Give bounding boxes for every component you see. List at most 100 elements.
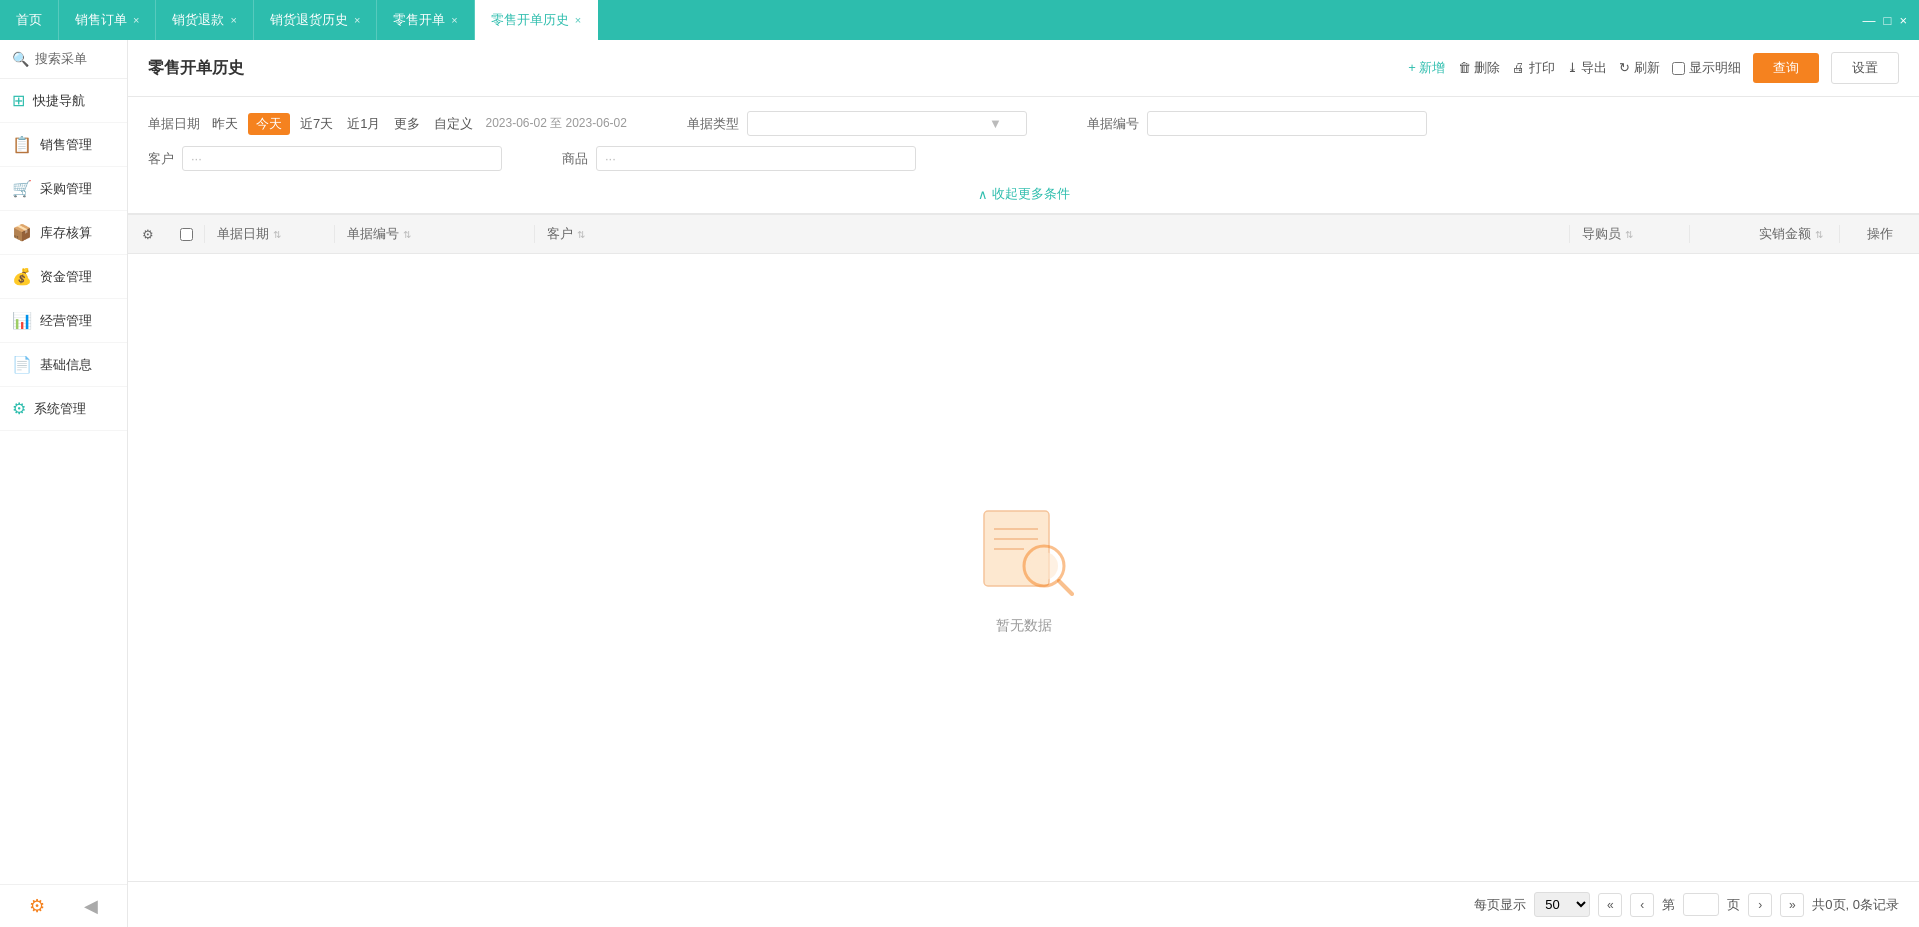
date-opt-yesterday[interactable]: 昨天 <box>208 113 242 135</box>
print-button[interactable]: 🖨 打印 <box>1512 59 1555 77</box>
collapse-sidebar-icon[interactable]: ◀ <box>84 895 98 917</box>
nav-tab-sales-return-history[interactable]: 销货退货历史× <box>254 0 377 40</box>
quick-nav-icon: ⊞ <box>12 91 25 110</box>
col-customer[interactable]: 客户 ⇅ <box>534 225 1569 243</box>
display-detail-label: 显示明细 <box>1689 59 1741 77</box>
check-all-input[interactable] <box>180 228 193 241</box>
query-button[interactable]: 查询 <box>1753 53 1819 83</box>
goods-filter: 商品 ··· <box>562 146 916 171</box>
sidebar-item-operations[interactable]: 📊 经营管理 <box>0 299 127 343</box>
table-header: ⚙ 单据日期 ⇅ 单据编号 ⇅ 客户 ⇅ 导购员 ⇅ <box>128 214 1919 254</box>
filter-area: 单据日期 昨天 今天 近7天 近1月 更多 自定义 2023-06-02 至 2… <box>128 97 1919 214</box>
select-all-checkbox[interactable] <box>168 228 204 241</box>
close-tab-sales-return-icon[interactable]: × <box>230 14 236 26</box>
sort-num-icon: ⇅ <box>403 229 411 240</box>
window-controls: — □ × <box>1851 13 1919 28</box>
sidebar-bottom: ⚙ ◀ <box>0 884 127 927</box>
sidebar-item-sales-mgmt[interactable]: 📋 销售管理 <box>0 123 127 167</box>
date-opt-today[interactable]: 今天 <box>248 113 290 135</box>
detail-checkbox-input[interactable] <box>1672 62 1685 75</box>
last-page-button[interactable]: » <box>1780 893 1804 917</box>
operations-icon: 📊 <box>12 311 32 330</box>
filter-collapse[interactable]: ∧ 收起更多条件 <box>148 181 1899 203</box>
inventory-icon: 📦 <box>12 223 32 242</box>
page-number-input[interactable]: 1 <box>1683 893 1719 916</box>
search-icon: 🔍 <box>12 51 29 67</box>
close-tab-retail-open-icon[interactable]: × <box>451 14 457 26</box>
sidebar-search[interactable]: 🔍 搜索采单 <box>0 40 127 79</box>
sidebar-label-system: 系统管理 <box>34 400 86 418</box>
nav-tab-sales-return[interactable]: 销货退款× <box>156 0 253 40</box>
col-date[interactable]: 单据日期 ⇅ <box>204 225 334 243</box>
date-opt-7days[interactable]: 近7天 <box>296 113 337 135</box>
date-opt-custom[interactable]: 自定义 <box>430 113 477 135</box>
nav-tab-retail-open[interactable]: 零售开单× <box>377 0 474 40</box>
system-icon: ⚙ <box>12 399 26 418</box>
nav-tab-home[interactable]: 首页 <box>0 0 59 40</box>
sidebar-item-system[interactable]: ⚙ 系统管理 <box>0 387 127 431</box>
col-guide-label: 导购员 <box>1582 225 1621 243</box>
table-container: ⚙ 单据日期 ⇅ 单据编号 ⇅ 客户 ⇅ 导购员 ⇅ <box>128 214 1919 927</box>
sidebar-label-operations: 经营管理 <box>40 312 92 330</box>
close-tab-sales-return-history-icon[interactable]: × <box>354 14 360 26</box>
minimize-icon[interactable]: — <box>1863 13 1876 28</box>
empty-icon <box>964 501 1084 601</box>
delete-button[interactable]: 🗑 删除 <box>1458 59 1501 77</box>
close-tab-sales-order-icon[interactable]: × <box>133 14 139 26</box>
column-settings-icon[interactable]: ⚙ <box>128 227 168 242</box>
col-num[interactable]: 单据编号 ⇅ <box>334 225 534 243</box>
sidebar-item-quick-nav[interactable]: ⊞ 快捷导航 <box>0 79 127 123</box>
display-detail-checkbox[interactable]: 显示明细 <box>1672 59 1741 77</box>
sidebar-label-quick-nav: 快捷导航 <box>33 92 85 110</box>
doc-num-filter: 单据编号 <box>1087 111 1427 136</box>
sidebar-item-finance[interactable]: 💰资金管理 <box>0 255 127 299</box>
customer-select[interactable]: ··· <box>182 146 502 171</box>
goods-value: ··· <box>605 151 616 166</box>
nav-tab-sales-order[interactable]: 销售订单× <box>59 0 156 40</box>
customer-filter: 客户 ··· <box>148 146 502 171</box>
doc-type-label: 单据类型 <box>687 115 739 133</box>
doc-num-label: 单据编号 <box>1087 115 1139 133</box>
settings-button[interactable]: 设置 <box>1831 52 1899 84</box>
sidebar-label-sales-mgmt: 销售管理 <box>40 136 92 154</box>
col-amount[interactable]: 实销金额 ⇅ <box>1689 225 1839 243</box>
first-page-button[interactable]: « <box>1598 893 1622 917</box>
filter-row-1: 单据日期 昨天 今天 近7天 近1月 更多 自定义 2023-06-02 至 2… <box>148 111 1899 136</box>
customer-value: ··· <box>191 151 202 166</box>
close-icon[interactable]: × <box>1899 13 1907 28</box>
prev-page-button[interactable]: ‹ <box>1630 893 1654 917</box>
date-opt-more[interactable]: 更多 <box>390 113 424 135</box>
svg-point-5 <box>1030 552 1058 580</box>
goods-select[interactable]: ··· <box>596 146 916 171</box>
next-page-button[interactable]: › <box>1748 893 1772 917</box>
col-num-label: 单据编号 <box>347 225 399 243</box>
sidebar-item-purchase-mgmt[interactable]: 🛒采购管理 <box>0 167 127 211</box>
page-size-select[interactable]: 50 100 200 <box>1534 892 1590 917</box>
toolbar: + 新增 🗑 删除 🖨 打印 ⤓ 导出 ↻ 刷新 显示明细 查询 设置 <box>1408 52 1899 84</box>
close-tab-retail-open-history-icon[interactable]: × <box>575 14 581 26</box>
page-title: 零售开单历史 <box>148 58 244 79</box>
top-nav: 首页销售订单×销货退款×销货退货历史×零售开单×零售开单历史× — □ × <box>0 0 1919 40</box>
sidebar-item-inventory[interactable]: 📦库存核算 <box>0 211 127 255</box>
doc-num-input[interactable] <box>1147 111 1427 136</box>
page-size-label: 每页显示 <box>1474 896 1526 914</box>
add-button[interactable]: + 新增 <box>1408 59 1445 77</box>
sort-customer-icon: ⇅ <box>577 229 585 240</box>
settings-icon[interactable]: ⚙ <box>29 895 45 917</box>
maximize-icon[interactable]: □ <box>1884 13 1892 28</box>
sort-date-icon: ⇅ <box>273 229 281 240</box>
nav-tab-retail-open-history[interactable]: 零售开单历史× <box>475 0 598 40</box>
svg-line-6 <box>1059 581 1072 594</box>
col-guide[interactable]: 导购员 ⇅ <box>1569 225 1689 243</box>
page-header: 零售开单历史 + 新增 🗑 删除 🖨 打印 ⤓ 导出 ↻ 刷新 显示明细 查询 … <box>128 40 1919 97</box>
sidebar-label-purchase-mgmt: 采购管理 <box>40 180 92 198</box>
date-opt-1month[interactable]: 近1月 <box>343 113 384 135</box>
collapse-label: 收起更多条件 <box>992 185 1070 203</box>
sales-mgmt-icon: 📋 <box>12 135 32 154</box>
doc-type-select[interactable]: ▼ <box>747 111 1027 136</box>
sidebar-item-base-info[interactable]: 📄基础信息 <box>0 343 127 387</box>
export-button[interactable]: ⤓ 导出 <box>1567 59 1608 77</box>
filter-row-2: 客户 ··· 商品 ··· <box>148 146 1899 171</box>
refresh-button[interactable]: ↻ 刷新 <box>1619 59 1660 77</box>
sidebar-label-base-info: 基础信息 <box>40 356 92 374</box>
